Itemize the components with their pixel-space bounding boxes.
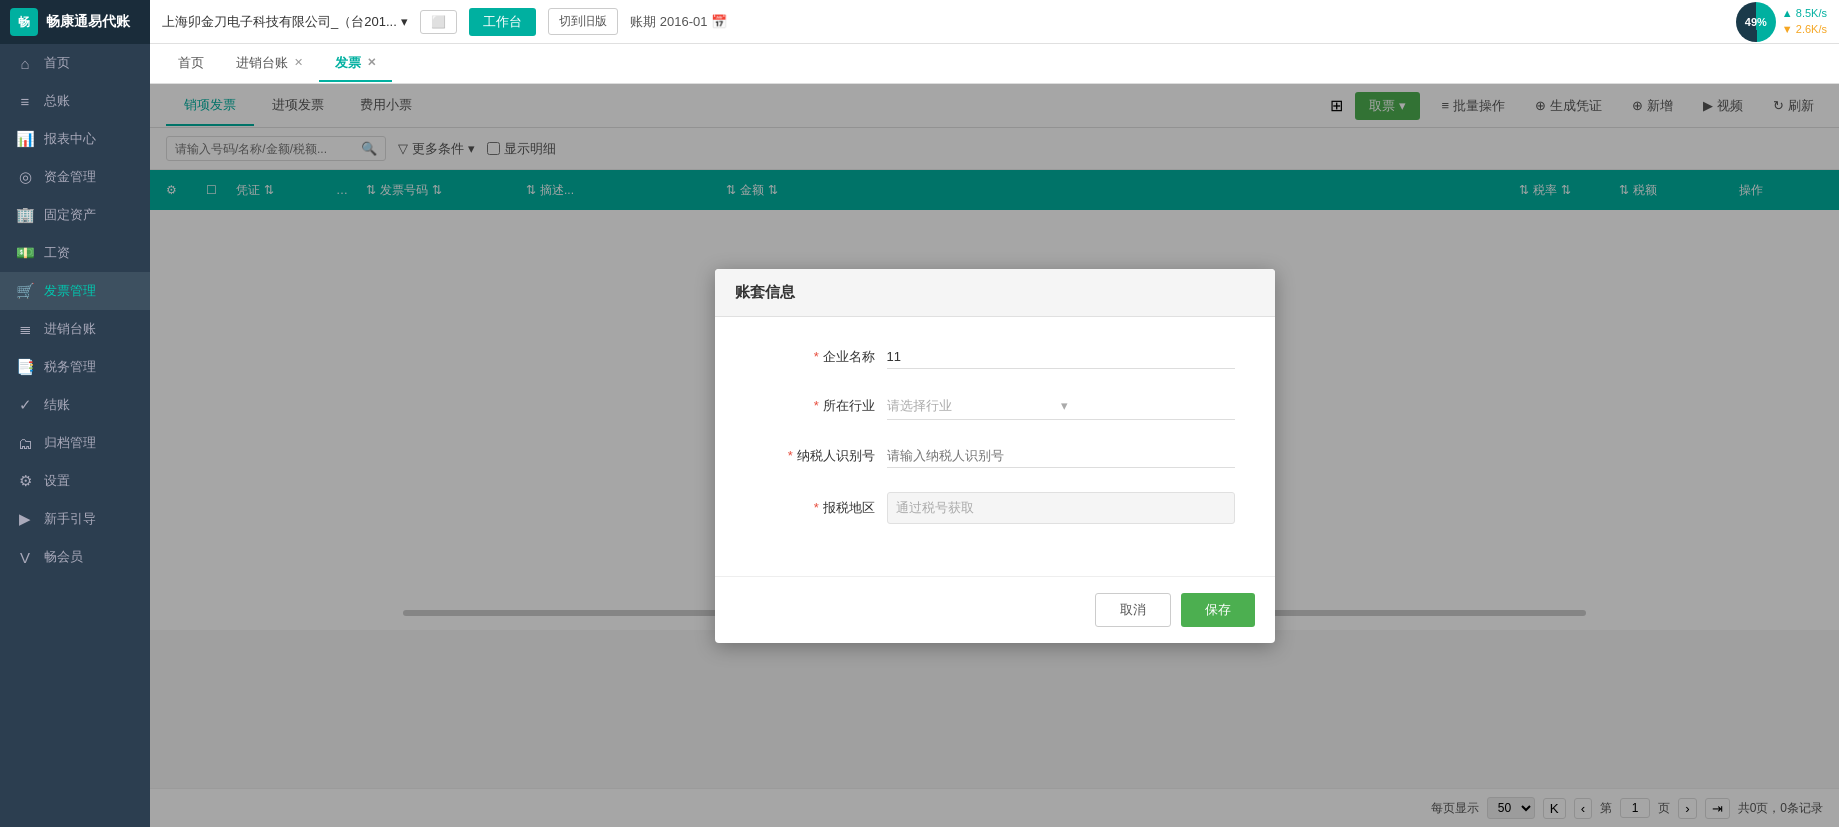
topbar: 上海卯金刀电子科技有限公司_（台201... ▾ ⬜ 工作台 切到旧版 账期 2… (150, 0, 1839, 44)
sidebar-item-guide[interactable]: ▶ 新手引导 (0, 500, 150, 538)
fixed-assets-icon: 🏢 (16, 206, 34, 224)
guide-icon: ▶ (16, 510, 34, 528)
industry-row: * 所在行业 请选择行业 ▾ (755, 393, 1235, 420)
tab-purchase-sales-label: 进销台账 (236, 54, 288, 72)
sidebar-label-purchase-sales: 进销台账 (44, 320, 96, 338)
tax-region-row: * 报税地区 通过税号获取 (755, 492, 1235, 524)
sidebar: 畅 畅康通易代账 ⌂ 首页 ≡ 总账 📊 报表中心 ◎ 资金管理 🏢 固定资产 … (0, 0, 150, 827)
tax-id-row: * 纳税人识别号 (755, 444, 1235, 468)
sidebar-item-funds[interactable]: ◎ 资金管理 (0, 158, 150, 196)
tab-invoice[interactable]: 发票 ✕ (319, 46, 392, 82)
tax-region-label: * 报税地区 (755, 499, 875, 517)
modal-footer: 取消 保存 (715, 576, 1275, 643)
tax-id-input[interactable] (887, 444, 1235, 468)
tax-icon: 📑 (16, 358, 34, 376)
modal-body: * 企业名称 * 所在行业 请选择行业 ▾ (715, 317, 1275, 576)
calendar-icon[interactable]: 📅 (711, 14, 727, 29)
sidebar-label-fixed-assets: 固定资产 (44, 206, 96, 224)
sidebar-label-settings: 设置 (44, 472, 70, 490)
archive-icon: 🗂 (16, 435, 34, 452)
tab-invoice-label: 发票 (335, 54, 361, 72)
sidebar-item-fixed-assets[interactable]: 🏢 固定资产 (0, 196, 150, 234)
sidebar-item-settings[interactable]: ⚙ 设置 (0, 462, 150, 500)
sidebar-item-purchase-sales[interactable]: ≣ 进销台账 (0, 310, 150, 348)
content-area: 销项发票 进项发票 费用小票 ⊞ 取票 ▾ ≡ 批量操作 ⊕ (150, 84, 1839, 827)
app-name: 畅康通易代账 (46, 13, 130, 31)
purchase-sales-icon: ≣ (16, 320, 34, 338)
home-icon: ⌂ (16, 55, 34, 72)
industry-select[interactable]: 请选择行业 ▾ (887, 393, 1235, 420)
tax-region-input: 通过税号获取 (887, 492, 1235, 524)
cancel-button[interactable]: 取消 (1095, 593, 1171, 627)
network-stats: 49% ▲ 8.5K/s ▼ 2.6K/s (1736, 2, 1827, 42)
main-area: 上海卯金刀电子科技有限公司_（台201... ▾ ⬜ 工作台 切到旧版 账期 2… (150, 0, 1839, 827)
company-name-input[interactable] (887, 345, 1235, 369)
tab-home-label: 首页 (178, 54, 204, 72)
settings-icon: ⚙ (16, 472, 34, 490)
page-tabs: 首页 进销台账 ✕ 发票 ✕ (150, 44, 1839, 84)
network-speeds: ▲ 8.5K/s ▼ 2.6K/s (1782, 6, 1827, 37)
member-icon: V (16, 549, 34, 566)
upload-speed: ▲ 8.5K/s (1782, 6, 1827, 21)
tab-purchase-sales[interactable]: 进销台账 ✕ (220, 46, 319, 82)
sidebar-item-tax[interactable]: 📑 税务管理 (0, 348, 150, 386)
sidebar-label-archive: 归档管理 (44, 434, 96, 452)
sidebar-label-ledger: 总账 (44, 92, 70, 110)
funds-icon: ◎ (16, 168, 34, 186)
company-name-label: * 企业名称 (755, 348, 875, 366)
payroll-icon: 💵 (16, 244, 34, 262)
sidebar-item-payroll[interactable]: 💵 工资 (0, 234, 150, 272)
sidebar-label-payroll: 工资 (44, 244, 70, 262)
modal-overlay: 账套信息 * 企业名称 * 所在行业 (150, 84, 1839, 827)
tax-id-label: * 纳税人识别号 (755, 447, 875, 465)
invoice-mgmt-icon: 🛒 (16, 282, 34, 300)
tab-invoice-close[interactable]: ✕ (367, 56, 376, 69)
sidebar-label-tax: 税务管理 (44, 358, 96, 376)
industry-label: * 所在行业 (755, 397, 875, 415)
sidebar-item-ledger[interactable]: ≡ 总账 (0, 82, 150, 120)
sidebar-label-invoice-mgmt: 发票管理 (44, 282, 96, 300)
sidebar-label-home: 首页 (44, 54, 70, 72)
sidebar-item-home[interactable]: ⌂ 首页 (0, 44, 150, 82)
company-dropdown-icon: ▾ (401, 14, 408, 29)
company-selector[interactable]: 上海卯金刀电子科技有限公司_（台201... ▾ (162, 13, 408, 31)
reports-icon: 📊 (16, 130, 34, 148)
sidebar-item-settlement[interactable]: ✓ 结账 (0, 386, 150, 424)
sidebar-label-settlement: 结账 (44, 396, 70, 414)
sidebar-label-reports: 报表中心 (44, 130, 96, 148)
tab-purchase-sales-close[interactable]: ✕ (294, 56, 303, 69)
account-info-modal: 账套信息 * 企业名称 * 所在行业 (715, 269, 1275, 643)
sidebar-item-reports[interactable]: 📊 报表中心 (0, 120, 150, 158)
network-progress-circle: 49% (1736, 2, 1776, 42)
ledger-icon: ≡ (16, 93, 34, 110)
sidebar-label-member: 畅会员 (44, 548, 83, 566)
sidebar-item-invoice-mgmt[interactable]: 🛒 发票管理 (0, 272, 150, 310)
copy-icon-btn[interactable]: ⬜ (420, 10, 457, 34)
modal-title: 账套信息 (715, 269, 1275, 317)
sidebar-label-guide: 新手引导 (44, 510, 96, 528)
company-name-row: * 企业名称 (755, 345, 1235, 369)
workspace-button[interactable]: 工作台 (469, 8, 536, 36)
sidebar-item-member[interactable]: V 畅会员 (0, 538, 150, 576)
download-speed: ▼ 2.6K/s (1782, 22, 1827, 37)
tab-home[interactable]: 首页 (162, 46, 220, 82)
sidebar-item-archive[interactable]: 🗂 归档管理 (0, 424, 150, 462)
industry-dropdown-icon: ▾ (1061, 398, 1235, 413)
sidebar-header: 畅 畅康通易代账 (0, 0, 150, 44)
old-version-button[interactable]: 切到旧版 (548, 8, 618, 35)
sidebar-label-funds: 资金管理 (44, 168, 96, 186)
save-button[interactable]: 保存 (1181, 593, 1255, 627)
company-name-text: 上海卯金刀电子科技有限公司_（台201... (162, 13, 397, 31)
logo-icon: 畅 (10, 8, 38, 36)
period-label: 账期 2016-01 📅 (630, 13, 728, 31)
settlement-icon: ✓ (16, 396, 34, 414)
